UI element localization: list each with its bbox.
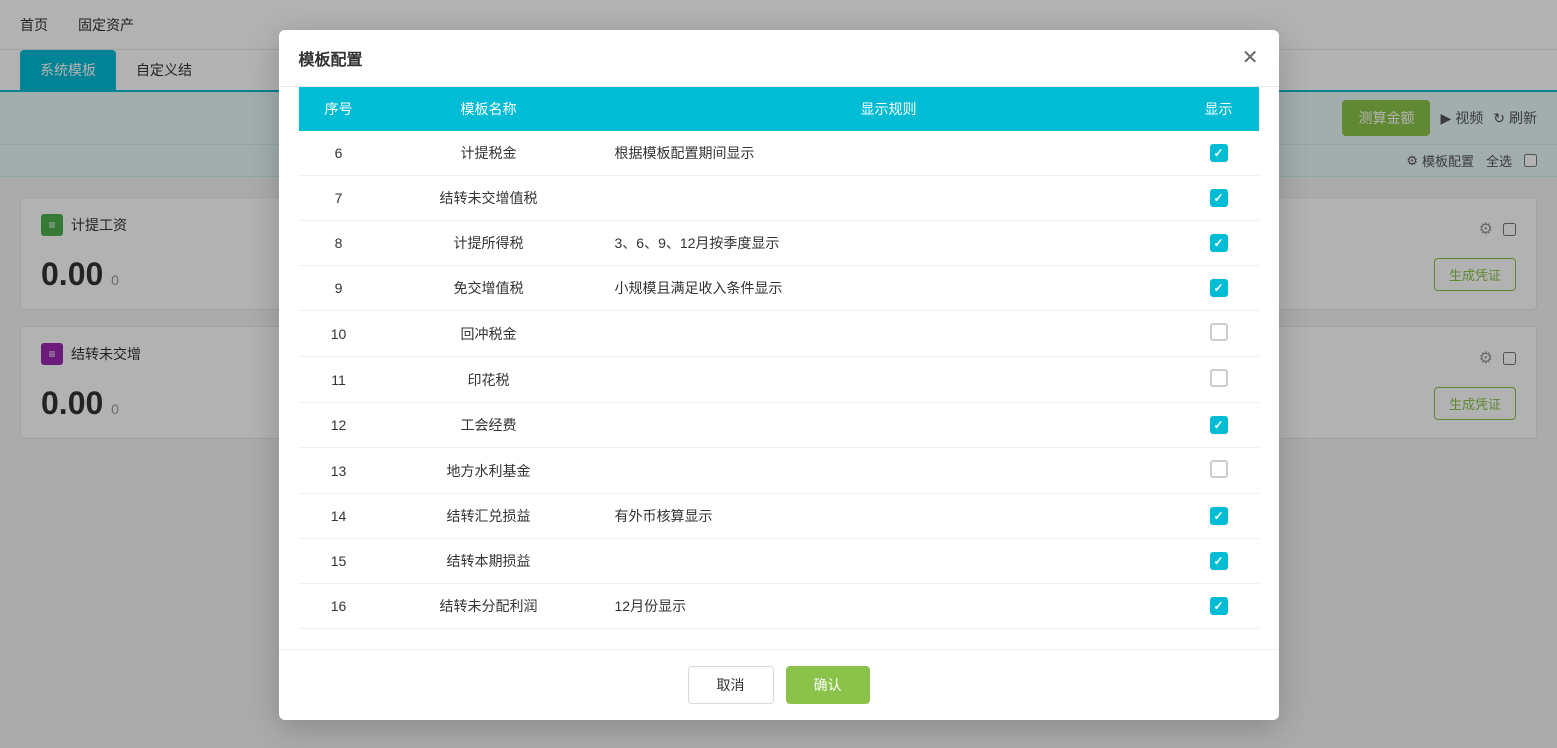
table-row: 6计提税金根据模板配置期间显示 bbox=[299, 131, 1259, 176]
cell-rule: 12月份显示 bbox=[599, 584, 1179, 629]
cell-checkbox[interactable] bbox=[1179, 176, 1259, 221]
table-row: 9免交增值税小规模且满足收入条件显示 bbox=[299, 266, 1259, 311]
cell-checkbox[interactable] bbox=[1179, 221, 1259, 266]
cell-checkbox[interactable] bbox=[1179, 448, 1259, 494]
cell-rule bbox=[599, 311, 1179, 357]
checkbox-0[interactable] bbox=[1210, 144, 1228, 162]
cell-rule bbox=[599, 539, 1179, 584]
cell-name: 结转汇兑损益 bbox=[379, 494, 599, 539]
cell-checkbox[interactable] bbox=[1179, 357, 1259, 403]
checkbox-6[interactable] bbox=[1210, 416, 1228, 434]
dialog-header: 模板配置 ✕ bbox=[279, 30, 1279, 87]
table-head: 序号 模板名称 显示规则 显示 bbox=[299, 87, 1259, 131]
checkbox-7[interactable] bbox=[1210, 460, 1228, 478]
table-body: 6计提税金根据模板配置期间显示7结转未交增值税8计提所得税3、6、9、12月按季… bbox=[299, 131, 1259, 629]
modal-overlay: 模板配置 ✕ 序号 模板名称 显示规则 显示 6计提税金根据模板配置期间显示7结… bbox=[0, 0, 1557, 748]
cell-no: 15 bbox=[299, 539, 379, 584]
table-row: 12工会经费 bbox=[299, 403, 1259, 448]
cell-name: 计提税金 bbox=[379, 131, 599, 176]
cell-no: 13 bbox=[299, 448, 379, 494]
dialog-title: 模板配置 bbox=[299, 46, 363, 70]
table-row: 8计提所得税3、6、9、12月按季度显示 bbox=[299, 221, 1259, 266]
cell-no: 7 bbox=[299, 176, 379, 221]
cell-checkbox[interactable] bbox=[1179, 584, 1259, 629]
col-header-rule: 显示规则 bbox=[599, 87, 1179, 131]
table-row: 14结转汇兑损益有外币核算显示 bbox=[299, 494, 1259, 539]
checkbox-5[interactable] bbox=[1210, 369, 1228, 387]
cell-checkbox[interactable] bbox=[1179, 539, 1259, 584]
checkbox-10[interactable] bbox=[1210, 597, 1228, 615]
cell-rule bbox=[599, 176, 1179, 221]
checkbox-1[interactable] bbox=[1210, 189, 1228, 207]
dialog-footer: 取消 确认 bbox=[279, 649, 1279, 720]
config-table: 序号 模板名称 显示规则 显示 6计提税金根据模板配置期间显示7结转未交增值税8… bbox=[299, 87, 1259, 629]
checkbox-4[interactable] bbox=[1210, 323, 1228, 341]
cell-checkbox[interactable] bbox=[1179, 403, 1259, 448]
cell-no: 6 bbox=[299, 131, 379, 176]
confirm-button[interactable]: 确认 bbox=[786, 666, 870, 704]
table-row: 10回冲税金 bbox=[299, 311, 1259, 357]
checkbox-3[interactable] bbox=[1210, 279, 1228, 297]
cell-name: 地方水利基金 bbox=[379, 448, 599, 494]
table-row: 11印花税 bbox=[299, 357, 1259, 403]
cancel-button[interactable]: 取消 bbox=[688, 666, 774, 704]
dialog-template-config: 模板配置 ✕ 序号 模板名称 显示规则 显示 6计提税金根据模板配置期间显示7结… bbox=[279, 30, 1279, 720]
checkbox-2[interactable] bbox=[1210, 234, 1228, 252]
cell-rule bbox=[599, 448, 1179, 494]
cell-name: 回冲税金 bbox=[379, 311, 599, 357]
cell-rule: 小规模且满足收入条件显示 bbox=[599, 266, 1179, 311]
cell-no: 8 bbox=[299, 221, 379, 266]
cell-name: 免交增值税 bbox=[379, 266, 599, 311]
col-header-no: 序号 bbox=[299, 87, 379, 131]
cell-rule: 3、6、9、12月按季度显示 bbox=[599, 221, 1179, 266]
table-row: 16结转未分配利润12月份显示 bbox=[299, 584, 1259, 629]
cell-rule: 有外币核算显示 bbox=[599, 494, 1179, 539]
cell-name: 工会经费 bbox=[379, 403, 599, 448]
cell-name: 计提所得税 bbox=[379, 221, 599, 266]
checkbox-9[interactable] bbox=[1210, 552, 1228, 570]
cell-no: 12 bbox=[299, 403, 379, 448]
col-header-display: 显示 bbox=[1179, 87, 1259, 131]
col-header-name: 模板名称 bbox=[379, 87, 599, 131]
cell-checkbox[interactable] bbox=[1179, 266, 1259, 311]
table-row: 7结转未交增值税 bbox=[299, 176, 1259, 221]
cell-rule bbox=[599, 403, 1179, 448]
cell-no: 16 bbox=[299, 584, 379, 629]
cell-name: 结转未分配利润 bbox=[379, 584, 599, 629]
cell-no: 11 bbox=[299, 357, 379, 403]
dialog-close-button[interactable]: ✕ bbox=[1242, 48, 1259, 68]
cell-checkbox[interactable] bbox=[1179, 311, 1259, 357]
cell-rule: 根据模板配置期间显示 bbox=[599, 131, 1179, 176]
cell-checkbox[interactable] bbox=[1179, 494, 1259, 539]
cell-checkbox[interactable] bbox=[1179, 131, 1259, 176]
cell-no: 14 bbox=[299, 494, 379, 539]
cell-name: 结转未交增值税 bbox=[379, 176, 599, 221]
cell-rule bbox=[599, 357, 1179, 403]
cell-no: 9 bbox=[299, 266, 379, 311]
cell-name: 印花税 bbox=[379, 357, 599, 403]
checkbox-8[interactable] bbox=[1210, 507, 1228, 525]
table-row: 13地方水利基金 bbox=[299, 448, 1259, 494]
cell-no: 10 bbox=[299, 311, 379, 357]
dialog-body: 序号 模板名称 显示规则 显示 6计提税金根据模板配置期间显示7结转未交增值税8… bbox=[279, 87, 1279, 649]
table-row: 15结转本期损益 bbox=[299, 539, 1259, 584]
cell-name: 结转本期损益 bbox=[379, 539, 599, 584]
